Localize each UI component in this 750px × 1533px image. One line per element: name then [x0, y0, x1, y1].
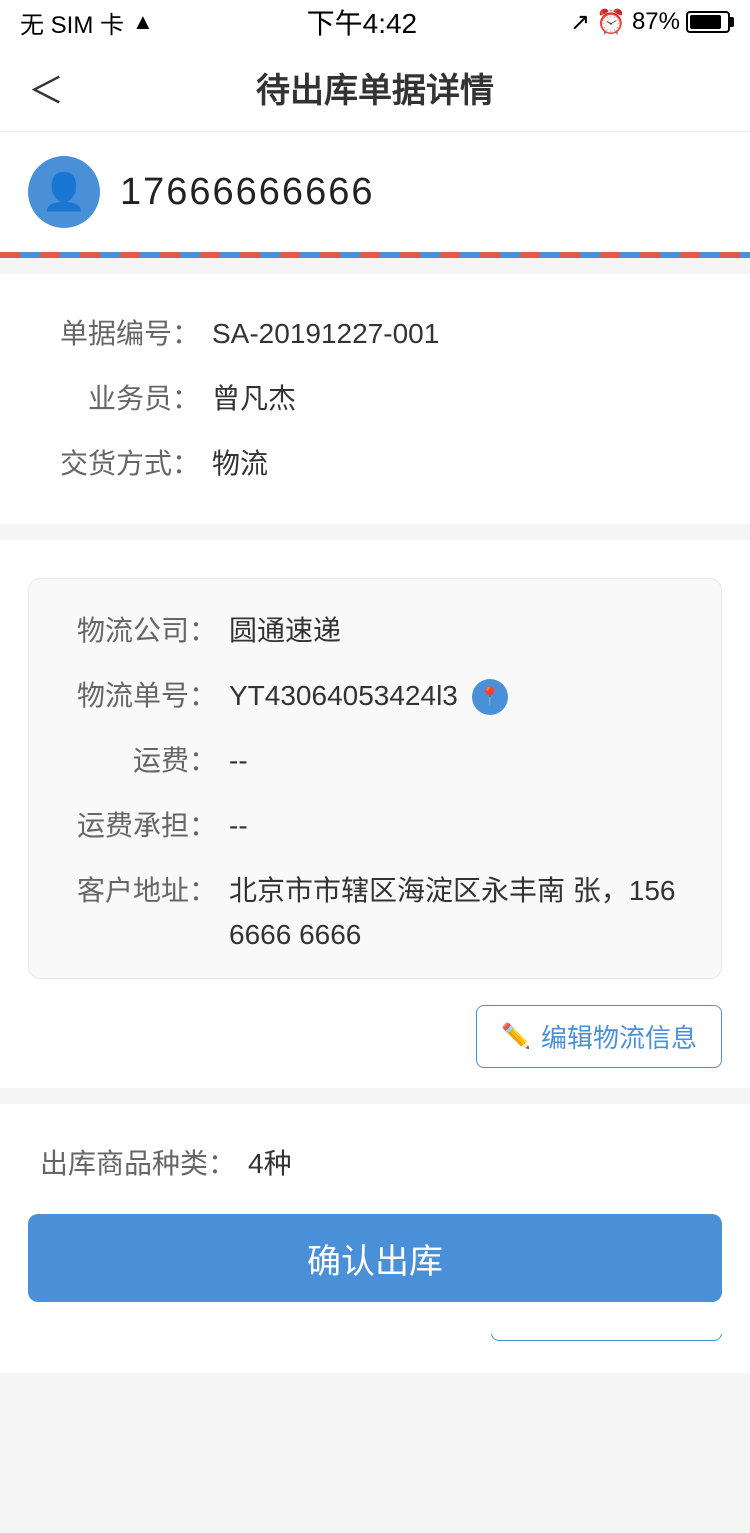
freight-bearer-label: 运费承担： — [57, 804, 217, 849]
bottom-area: 确认出库 — [0, 1198, 750, 1334]
page-title: 待出库单据详情 — [256, 63, 494, 112]
battery-fill — [690, 15, 721, 29]
back-button[interactable]: ＜ — [28, 62, 64, 114]
battery-icon — [686, 11, 730, 33]
track-location-icon[interactable]: 📍 — [472, 679, 508, 715]
goods-type-value: 4种 — [248, 1142, 710, 1187]
avatar-icon: 👤 — [42, 171, 87, 213]
confirm-label: 确认出库 — [307, 1234, 443, 1283]
salesman-row: 业务员： 曾凡杰 — [0, 367, 750, 432]
logistics-tracking-label: 物流单号： — [57, 674, 217, 719]
alarm-icon: ⏰ — [596, 8, 626, 37]
wifi-icon: ▲ — [132, 9, 154, 35]
dashed-separator — [0, 252, 750, 258]
address-label: 客户地址： — [57, 869, 217, 914]
delivery-value: 物流 — [212, 442, 710, 487]
logistics-company-label: 物流公司： — [57, 609, 217, 654]
status-bar: 无 SIM 卡 ▲ 下午4:42 ↗ ⏰ 87% — [0, 0, 750, 44]
confirm-button[interactable]: 确认出库 — [28, 1214, 722, 1302]
status-left: 无 SIM 卡 ▲ — [20, 5, 154, 40]
goods-type-row: 出库商品种类： 4种 — [0, 1132, 750, 1197]
freight-row: 运费： -- — [29, 729, 721, 794]
user-phone: 17666666666 — [120, 171, 374, 214]
freight-bearer-value: -- — [229, 804, 693, 849]
tracking-number-text: YT43064053424l3 — [229, 674, 458, 719]
salesman-label: 业务员： — [40, 377, 200, 422]
edit-icon: ✏️ — [501, 1022, 531, 1051]
goods-type-label: 出库商品种类： — [40, 1142, 236, 1187]
user-header: 👤 17666666666 — [0, 132, 750, 252]
order-no-value: SA-20191227-001 — [212, 312, 710, 357]
nav-bar: ＜ 待出库单据详情 — [0, 44, 750, 132]
order-no-row: 单据编号： SA-20191227-001 — [0, 302, 750, 367]
address-value: 北京市市辖区海淀区永丰南 张，156 6666 6666 — [229, 869, 693, 959]
order-no-label: 单据编号： — [40, 312, 200, 357]
delivery-row: 交货方式： 物流 — [0, 432, 750, 497]
battery-percent: 87% — [632, 8, 680, 36]
freight-label: 运费： — [57, 739, 217, 784]
location-status-icon: ↗ — [570, 8, 590, 37]
freight-bearer-row: 运费承担： -- — [29, 794, 721, 859]
status-time: 下午4:42 — [307, 2, 418, 42]
logistics-company-value: 圆通速递 — [229, 609, 693, 654]
salesman-value: 曾凡杰 — [212, 377, 710, 422]
avatar: 👤 — [28, 156, 100, 228]
logistics-section: 物流公司： 圆通速递 物流单号： YT43064053424l3 📍 运费： -… — [0, 540, 750, 1088]
logistics-tracking-row: 物流单号： YT43064053424l3 📍 — [29, 664, 721, 729]
status-right: ↗ ⏰ 87% — [570, 8, 730, 37]
carrier-text: 无 SIM 卡 — [20, 5, 124, 40]
logistics-tracking-value: YT43064053424l3 📍 — [229, 674, 693, 719]
address-row: 客户地址： 北京市市辖区海淀区永丰南 张，156 6666 6666 — [29, 859, 721, 969]
edit-logistics-row: ✏️ 编辑物流信息 — [0, 989, 750, 1072]
delivery-label: 交货方式： — [40, 442, 200, 487]
edit-logistics-button[interactable]: ✏️ 编辑物流信息 — [476, 1005, 722, 1068]
edit-logistics-label: 编辑物流信息 — [541, 1018, 697, 1055]
logistics-company-row: 物流公司： 圆通速递 — [29, 599, 721, 664]
freight-value: -- — [229, 739, 693, 784]
order-info-section: 单据编号： SA-20191227-001 业务员： 曾凡杰 交货方式： 物流 — [0, 274, 750, 524]
logistics-card: 物流公司： 圆通速递 物流单号： YT43064053424l3 📍 运费： -… — [28, 578, 722, 979]
